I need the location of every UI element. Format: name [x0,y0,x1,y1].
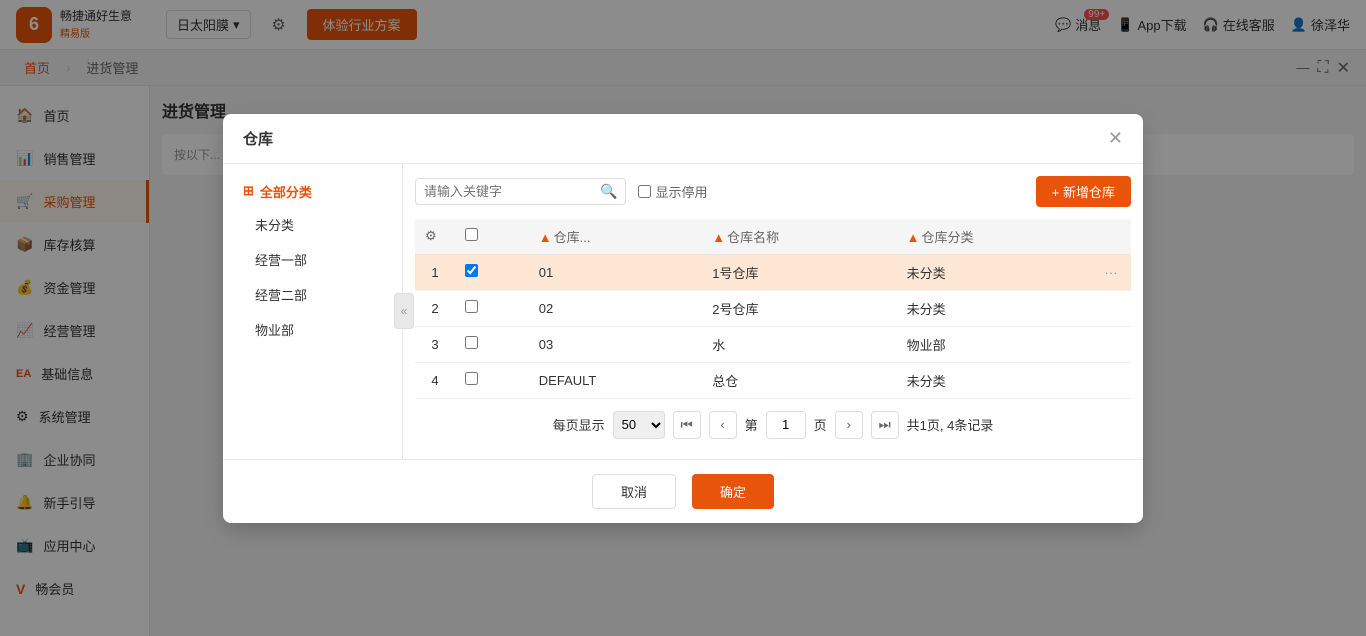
modal-category-panel: ⊞ 全部分类 未分类 经营一部 经营二部 物业部 « [223,164,403,459]
row-category: 未分类 [897,362,1091,398]
row-index: 2 [415,290,455,326]
search-icon: 🔍 [600,183,617,200]
category-all-label: 全部分类 [260,182,312,201]
search-box: 🔍 [415,178,626,205]
last-page-button[interactable]: ⏭ [871,411,899,439]
row-index: 3 [415,326,455,362]
row-checkbox-cell [455,290,529,326]
row-checkbox-cell [455,326,529,362]
grid-icon: ⊞ [243,183,254,199]
modal-table-panel: 🔍 显示停用 + 新增仓库 ⚙ [403,164,1143,459]
search-input[interactable] [424,184,600,199]
table-row[interactable]: 3 03 水 物业部 [415,326,1131,362]
row-name: 总仓 [702,362,896,398]
modal-header: 仓库 ✕ [223,114,1143,164]
page-number-input[interactable] [766,411,806,439]
row-actions [1091,326,1131,362]
th-category: ▲仓库分类 [897,219,1091,255]
row-checkbox[interactable] [465,300,478,313]
modal-overlay: 仓库 ✕ ⊞ 全部分类 未分类 经营一部 经营二部 物业部 « [0,0,1366,636]
row-checkbox[interactable] [465,264,478,277]
show-disabled-label[interactable]: 显示停用 [638,182,707,201]
next-page-button[interactable]: › [835,411,863,439]
show-disabled-text: 显示停用 [655,182,707,201]
modal-title: 仓库 [243,128,273,149]
th-name: ▲仓库名称 [702,219,896,255]
total-info: 共1页, 4条记录 [907,415,994,434]
warehouse-modal: 仓库 ✕ ⊞ 全部分类 未分类 经营一部 经营二部 物业部 « [223,114,1143,523]
collapse-panel-button[interactable]: « [394,293,414,329]
row-actions [1091,362,1131,398]
settings-icon: ⚙ [425,228,437,243]
category-item-ops2[interactable]: 经营二部 [235,277,390,312]
row-code: 01 [529,254,702,290]
row-name: 1号仓库 [702,254,896,290]
row-name: 水 [702,326,896,362]
row-checkbox-cell [455,362,529,398]
category-all-header[interactable]: ⊞ 全部分类 [235,176,390,207]
first-page-button[interactable]: ⏮ [673,411,701,439]
th-actions [1091,219,1131,255]
warehouse-table: ⚙ ▲仓库... ▲仓库名称 ▲仓库分类 1 [415,219,1131,399]
row-code: DEFAULT [529,362,702,398]
row-code: 02 [529,290,702,326]
cancel-button[interactable]: 取消 [592,474,676,509]
modal-body: ⊞ 全部分类 未分类 经营一部 经营二部 物业部 « 🔍 [223,164,1143,459]
page-suffix: 页 [814,415,827,434]
more-icon[interactable]: ··· [1105,265,1118,280]
category-item-unclassified[interactable]: 未分类 [235,207,390,242]
modal-toolbar: 🔍 显示停用 + 新增仓库 [415,176,1131,207]
table-row[interactable]: 4 DEFAULT 总仓 未分类 [415,362,1131,398]
row-code: 03 [529,326,702,362]
table-body: 1 01 1号仓库 未分类 ··· 2 02 [415,254,1131,398]
row-category: 未分类 [897,254,1091,290]
confirm-button[interactable]: 确定 [692,474,774,509]
select-all-checkbox[interactable] [465,228,478,241]
row-actions [1091,290,1131,326]
row-category: 未分类 [897,290,1091,326]
row-name: 2号仓库 [702,290,896,326]
table-container: ⚙ ▲仓库... ▲仓库名称 ▲仓库分类 1 [415,219,1131,399]
row-checkbox[interactable] [465,336,478,349]
th-code: ▲仓库... [529,219,702,255]
category-item-property[interactable]: 物业部 [235,312,390,347]
row-index: 1 [415,254,455,290]
modal-footer: 取消 确定 [223,459,1143,523]
show-disabled-checkbox[interactable] [638,185,651,198]
row-category: 物业部 [897,326,1091,362]
row-actions: ··· [1091,254,1131,290]
pagination: 每页显示 50 100 200 ⏮ ‹ 第 页 › ⏭ 共1页, 4条记录 [415,399,1131,447]
table-row[interactable]: 1 01 1号仓库 未分类 ··· [415,254,1131,290]
category-item-ops1[interactable]: 经营一部 [235,242,390,277]
row-checkbox[interactable] [465,372,478,385]
per-page-select[interactable]: 50 100 200 [613,411,665,439]
table-row[interactable]: 2 02 2号仓库 未分类 [415,290,1131,326]
row-checkbox-cell [455,254,529,290]
prev-page-button[interactable]: ‹ [709,411,737,439]
th-checkbox [455,219,529,255]
page-label: 第 [745,415,758,434]
table-header: ⚙ ▲仓库... ▲仓库名称 ▲仓库分类 [415,219,1131,255]
per-page-label: 每页显示 [553,415,605,434]
th-settings: ⚙ [415,219,455,255]
add-warehouse-button[interactable]: + 新增仓库 [1036,176,1131,207]
modal-close-button[interactable]: ✕ [1108,128,1123,149]
row-index: 4 [415,362,455,398]
